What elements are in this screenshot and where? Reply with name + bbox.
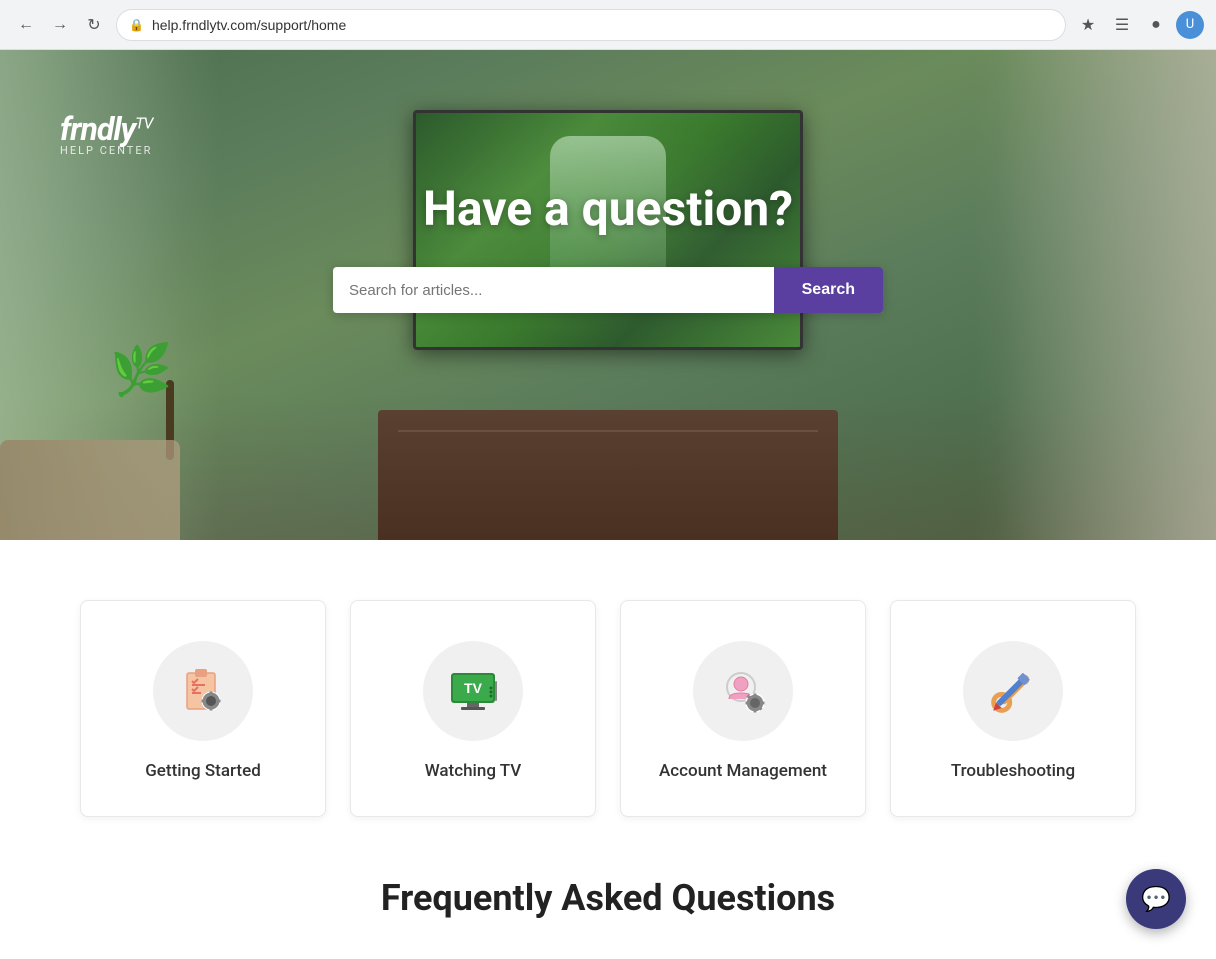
hero-title: Have a question? [423, 180, 793, 237]
logo[interactable]: frndlyTV HELP CENTER [60, 110, 152, 157]
search-bar: Search [333, 267, 883, 313]
faq-section: Frequently Asked Questions [0, 857, 1216, 959]
getting-started-label: Getting Started [145, 761, 261, 781]
svg-text:TV: TV [464, 680, 483, 696]
couch [0, 440, 180, 540]
faq-title: Frequently Asked Questions [80, 877, 1136, 919]
card-troubleshooting[interactable]: Troubleshooting [890, 600, 1136, 817]
troubleshooting-icon-circle [963, 641, 1063, 741]
avatar[interactable]: U [1176, 11, 1204, 39]
wrench-screwdriver-icon [985, 663, 1041, 719]
tv-stand [378, 350, 838, 540]
card-watching-tv[interactable]: TV Watching TV [350, 600, 596, 817]
refresh-button[interactable]: ↻ [80, 11, 108, 39]
plant-decoration: 🌿 [130, 300, 210, 460]
back-button[interactable]: ← [12, 11, 40, 39]
address-bar[interactable] [152, 17, 1053, 33]
browser-nav-buttons: ← → ↻ [12, 11, 108, 39]
hero-section: 🌿 frndlyTV HELP CENTER Have a question? … [0, 50, 1216, 540]
account-management-label: Account Management [659, 761, 827, 781]
browser-actions: ★ ☰ ● U [1074, 11, 1204, 39]
bookmark-button[interactable]: ★ [1074, 11, 1102, 39]
address-bar-container: 🔒 [116, 9, 1066, 41]
watching-tv-icon-circle: TV [423, 641, 523, 741]
search-button[interactable]: Search [774, 267, 883, 313]
browser-chrome: ← → ↻ 🔒 ★ ☰ ● U [0, 0, 1216, 50]
watching-tv-label: Watching TV [425, 761, 522, 781]
card-getting-started[interactable]: Getting Started [80, 600, 326, 817]
account-management-icon-circle [693, 641, 793, 741]
menu-button[interactable]: ● [1142, 11, 1170, 39]
logo-subtitle: HELP CENTER [60, 144, 152, 157]
cards-section: Getting Started TV Watching TV [0, 540, 1216, 857]
forward-button[interactable]: → [46, 11, 74, 39]
hero-content: Have a question? Search [0, 50, 1216, 313]
clipboard-gear-icon [175, 663, 231, 719]
card-account-management[interactable]: Account Management [620, 600, 866, 817]
tv-cabinet [378, 410, 838, 540]
user-gear-icon [715, 663, 771, 719]
security-icon: 🔒 [129, 18, 144, 32]
extensions-button[interactable]: ☰ [1108, 11, 1136, 39]
chat-button[interactable]: 💬 [1126, 869, 1186, 929]
tv-screen-icon: TV [445, 663, 501, 719]
chat-icon: 💬 [1141, 885, 1171, 914]
troubleshooting-label: Troubleshooting [951, 761, 1075, 781]
getting-started-icon-circle [153, 641, 253, 741]
search-input[interactable] [333, 267, 774, 313]
logo-brand: frndlyTV [60, 110, 152, 148]
